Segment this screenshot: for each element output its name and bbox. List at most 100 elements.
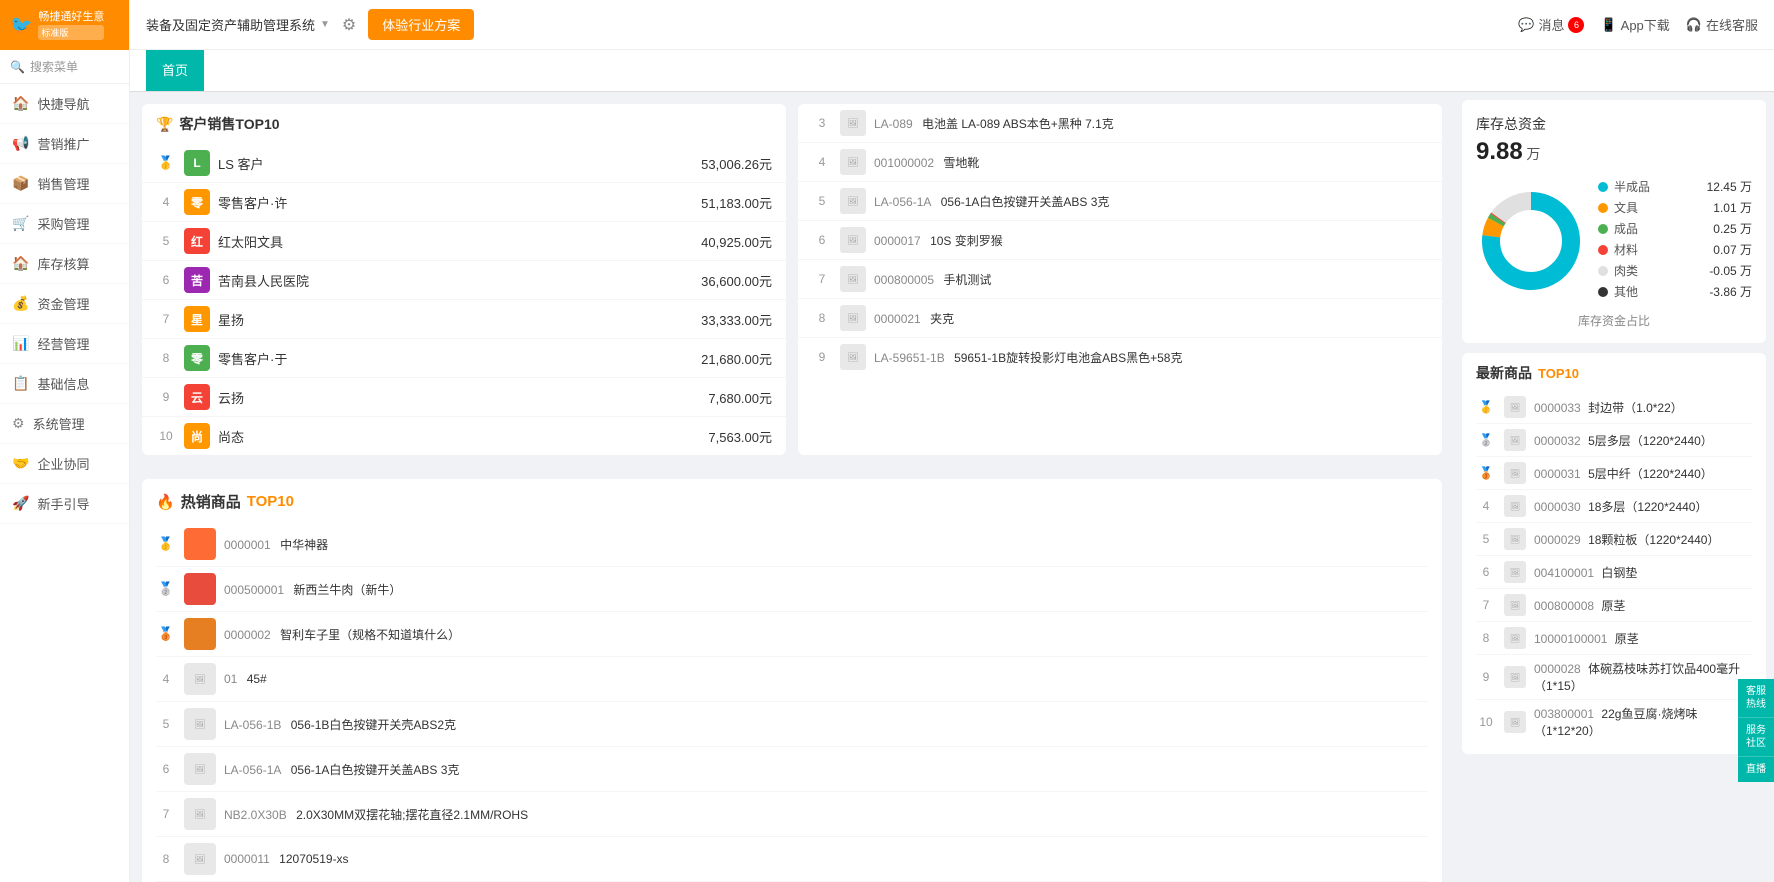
product-code: 000500001: [224, 583, 284, 597]
product-image: 🖼: [840, 344, 866, 370]
inventory-total: 9.88 万: [1476, 138, 1752, 166]
product-image: 🖼: [1504, 594, 1526, 616]
sidebar-item-quicknav[interactable]: 🏠 快捷导航: [0, 84, 129, 124]
sidebar-item-collab[interactable]: 🤝 企业协同: [0, 444, 129, 484]
sidebar-item-sales[interactable]: 📦 销售管理: [0, 164, 129, 204]
product-name: 056-1A白色按键开关盖ABS 3克: [941, 195, 1110, 209]
product-info: 01 45#: [224, 672, 1428, 686]
rank-number: 7: [1476, 598, 1496, 612]
product-code: 004100001: [1534, 566, 1594, 580]
hot-product-row: 4 🖼 01 45#: [156, 657, 1428, 702]
product-row: 5 🖼 LA-056-1A 056-1A白色按键开关盖ABS 3克: [798, 182, 1442, 221]
sidebar-item-label: 经营管理: [37, 334, 89, 353]
product-row: 4 🖼 001000002 雪地靴: [798, 143, 1442, 182]
customer-name: 红太阳文具: [218, 232, 693, 251]
product-name: 12070519-xs: [279, 852, 348, 866]
rank-number: 6: [1476, 565, 1496, 579]
sidebar-item-label: 系统管理: [33, 414, 85, 433]
online-service-button[interactable]: 🎧 在线客服: [1686, 15, 1758, 34]
customer-row: 8 零 零售客户·于 21,680.00元: [142, 339, 786, 378]
messages-button[interactable]: 💬 消息 6: [1518, 15, 1584, 34]
sidebar-item-system[interactable]: ⚙ 系统管理: [0, 404, 129, 444]
medal-icon: 🥉: [1476, 466, 1496, 480]
product-name: 电池盖 LA-089 ABS本色+黑种 7.1克: [922, 117, 1114, 131]
product-code: 0000021: [874, 312, 921, 326]
legend-dot: [1598, 245, 1608, 255]
nav-icon-sales: 📦: [12, 175, 29, 192]
settings-button[interactable]: ⚙: [342, 15, 356, 35]
legend-dot: [1598, 182, 1608, 192]
product-info: 0000002 智利车子里（规格不知道填什么）: [224, 626, 1428, 643]
product-info: 0000030 18多层（1220*2440）: [1534, 498, 1752, 515]
nav-icon-quicknav: 🏠: [12, 95, 29, 112]
product-code: 0000001: [224, 538, 271, 552]
sidebar-item-label: 基础信息: [37, 374, 89, 393]
product-image: 🖼: [840, 110, 866, 136]
logo-icon: 🐦: [10, 15, 32, 36]
customer-row: 4 零 零售客户·许 51,183.00元: [142, 183, 786, 222]
sidebar-item-basics[interactable]: 📋 基础信息: [0, 364, 129, 404]
legend-label: 成品: [1614, 220, 1707, 237]
sidebar-search[interactable]: 🔍 搜索菜单: [0, 50, 129, 84]
customer-name: 零售客户·于: [218, 349, 693, 368]
sidebar-item-inventory[interactable]: 🏠 库存核算: [0, 244, 129, 284]
customer-service-button[interactable]: 客服热线: [1738, 679, 1774, 718]
sidebar-item-operations[interactable]: 📊 经营管理: [0, 324, 129, 364]
product-info: 10000100001 原茎: [1534, 630, 1752, 647]
product-code: 0000028: [1534, 662, 1581, 676]
legend-dot: [1598, 287, 1608, 297]
rank-number: 9: [812, 350, 832, 364]
product-code: 01: [224, 672, 237, 686]
product-info: 0000017 10S 变刺罗猴: [874, 232, 1428, 249]
sidebar-item-finance[interactable]: 💰 资金管理: [0, 284, 129, 324]
product-row: 7 🖼 000800005 手机测试: [798, 260, 1442, 299]
phone-icon: 📱: [1600, 17, 1616, 33]
rank-number: 4: [1476, 499, 1496, 513]
product-info: 0000001 中华神器: [224, 536, 1428, 553]
product-row: 3 🖼 LA-089 电池盖 LA-089 ABS本色+黑种 7.1克: [798, 104, 1442, 143]
medal-icon: 🥇: [1476, 400, 1496, 414]
trial-button[interactable]: 体验行业方案: [368, 9, 474, 40]
product-info: LA-056-1A 056-1A白色按键开关盖ABS 3克: [874, 193, 1428, 210]
product-image: 🖼: [840, 266, 866, 292]
product-image: 🖼: [1504, 528, 1526, 550]
rank-number: 7: [156, 807, 176, 821]
latest-product-row: 8 🖼 10000100001 原茎: [1476, 622, 1752, 655]
search-label: 搜索菜单: [30, 58, 78, 75]
product-info: NB2.0X30B 2.0X30MM双摆花轴;摆花直径2.1MM/ROHS: [224, 806, 1428, 823]
legend-item: 材料 0.07 万: [1598, 241, 1752, 258]
sidebar-item-purchase[interactable]: 🛒 采购管理: [0, 204, 129, 244]
nav-icon-system: ⚙: [12, 415, 25, 432]
legend-value: -3.86 万: [1709, 283, 1752, 300]
product-info: 0000033 封边带（1.0*22）: [1534, 399, 1752, 416]
product-name: 原茎: [1601, 599, 1625, 613]
sidebar-item-guide[interactable]: 🚀 新手引导: [0, 484, 129, 524]
legend-item: 成品 0.25 万: [1598, 220, 1752, 237]
system-title-text: 装备及固定资产辅助管理系统: [146, 15, 315, 34]
product-info: 001000002 雪地靴: [874, 154, 1428, 171]
service-community-button[interactable]: 服务社区: [1738, 718, 1774, 757]
product-image: 🖼: [1504, 429, 1526, 451]
legend-dot: [1598, 266, 1608, 276]
product-code: 0000030: [1534, 500, 1581, 514]
system-title: 装备及固定资产辅助管理系统 ▼: [146, 15, 330, 34]
product-row: 9 🖼 LA-59651-1B 59651-1B旋转投影灯电池盒ABS黑色+58…: [798, 338, 1442, 376]
search-icon: 🔍: [10, 60, 25, 74]
live-stream-button[interactable]: 直播: [1738, 757, 1774, 782]
sidebar-item-marketing[interactable]: 📢 营销推广: [0, 124, 129, 164]
medal-icon: 🥉: [156, 626, 176, 642]
hot-product-row: 7 🖼 NB2.0X30B 2.0X30MM双摆花轴;摆花直径2.1MM/ROH…: [156, 792, 1428, 837]
sales-amount: 51,183.00元: [701, 193, 772, 212]
product-row: 6 🖼 0000017 10S 变刺罗猴: [798, 221, 1442, 260]
hot-products-title: 热销商品: [181, 491, 241, 512]
rank-number: 6: [812, 233, 832, 247]
tab-home[interactable]: 首页: [146, 50, 204, 91]
product-name: 雪地靴: [943, 156, 979, 170]
product-name: 5层中纤（1220*2440）: [1588, 467, 1713, 481]
inventory-amount: 9.88: [1476, 138, 1523, 165]
logo-name: 畅捷通好生意: [38, 10, 104, 25]
product-image: 🖼: [840, 188, 866, 214]
app-download-label: App下载: [1621, 15, 1670, 34]
app-download-button[interactable]: 📱 App下载: [1600, 15, 1669, 34]
nav-icon-inventory: 🏠: [12, 255, 29, 272]
